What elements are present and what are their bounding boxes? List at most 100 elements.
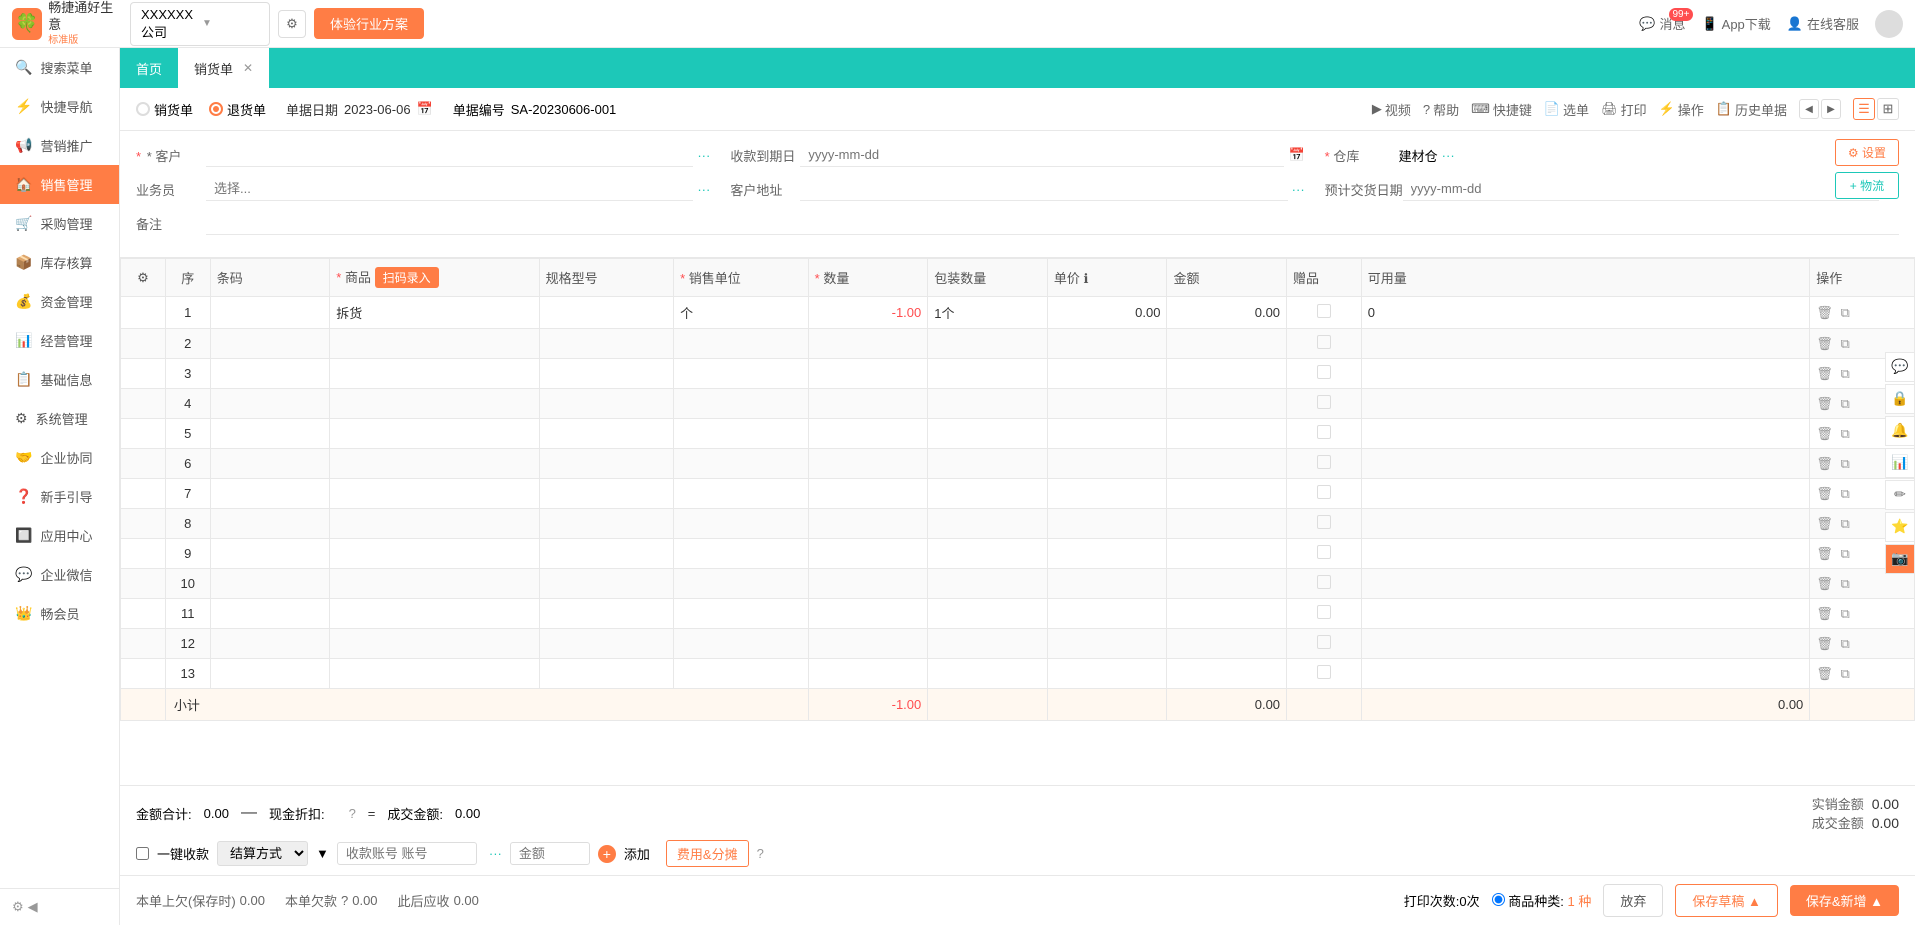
gift-checkbox[interactable] (1317, 575, 1331, 589)
float-btn-5[interactable]: ✏ (1885, 480, 1915, 510)
sidebar-item-member[interactable]: 👑 畅会员 (0, 594, 119, 633)
trial-button[interactable]: 体验行业方案 (314, 8, 424, 39)
notes-input[interactable] (206, 211, 1899, 235)
print-action[interactable]: 🖨 打印 (1601, 100, 1647, 119)
delete-icon[interactable]: 🗑 (1816, 486, 1833, 501)
payment-method-select[interactable]: 结算方式 (217, 841, 308, 866)
gift-checkbox[interactable] (1317, 335, 1331, 349)
customer-input[interactable] (206, 143, 693, 167)
nav-prev[interactable]: ◀ (1799, 99, 1819, 119)
help-action[interactable]: ? 帮助 (1423, 100, 1459, 119)
tab-sales-order[interactable]: 销货单 ✕ (178, 48, 269, 88)
video-action[interactable]: ▶ 视频 (1372, 100, 1411, 119)
scan-btn[interactable]: 扫码录入 (375, 267, 439, 288)
sidebar-item-quicknav[interactable]: ⚡ 快捷导航 (0, 87, 119, 126)
save-new-button[interactable]: 保存&新增 ▲ (1790, 885, 1899, 916)
operate-action[interactable]: ⚡ 操作 (1659, 100, 1704, 119)
copy-icon[interactable]: ⧉ (1840, 576, 1849, 591)
calendar-icon[interactable]: 📅 (417, 101, 433, 117)
tab-close-icon[interactable]: ✕ (243, 61, 253, 75)
gift-checkbox[interactable] (1317, 605, 1331, 619)
settings-button[interactable]: ⚙ 设置 (1835, 139, 1899, 166)
company-selector[interactable]: XXXXXX公司 ▼ (130, 2, 270, 46)
sidebar-item-sales[interactable]: 🏠 销售管理 (0, 165, 119, 204)
copy-icon[interactable]: ⧉ (1840, 336, 1849, 351)
float-btn-orange[interactable]: 📷 (1885, 544, 1915, 574)
sidebar-item-apps[interactable]: 🔲 应用中心 (0, 516, 119, 555)
float-btn-3[interactable]: 🔔 (1885, 416, 1915, 446)
radio-sales[interactable]: 销货单 (136, 100, 193, 119)
delete-icon[interactable]: 🗑 (1816, 305, 1833, 320)
delete-icon[interactable]: 🗑 (1816, 606, 1833, 621)
float-btn-1[interactable]: 💬 (1885, 352, 1915, 382)
copy-icon[interactable]: ⧉ (1840, 546, 1849, 561)
copy-icon[interactable]: ⧉ (1840, 396, 1849, 411)
account-dots[interactable]: ··· (489, 846, 502, 861)
address-dots[interactable]: ··· (1292, 182, 1305, 197)
salesperson-input[interactable] (206, 177, 693, 201)
delete-icon[interactable]: 🗑 (1816, 666, 1833, 681)
app-download-btn[interactable]: 📱 App下载 (1701, 14, 1770, 33)
delete-icon[interactable]: 🗑 (1816, 636, 1833, 651)
gift-checkbox[interactable] (1317, 515, 1331, 529)
gift-checkbox[interactable] (1317, 455, 1331, 469)
copy-icon[interactable]: ⧉ (1840, 486, 1849, 501)
select-action[interactable]: 📄 选单 (1544, 100, 1589, 119)
sidebar-item-finance[interactable]: 💰 资金管理 (0, 282, 119, 321)
sidebar-item-inventory[interactable]: 📦 库存核算 (0, 243, 119, 282)
product-count-radio[interactable] (1492, 893, 1505, 906)
radio-return[interactable]: 退货单 (209, 100, 266, 119)
discard-button[interactable]: 放弃 (1603, 884, 1663, 917)
tab-home[interactable]: 首页 (120, 48, 178, 88)
payment-date-input[interactable] (800, 143, 1284, 167)
sidebar-item-basic[interactable]: 📋 基础信息 (0, 360, 119, 399)
copy-icon[interactable]: ⧉ (1840, 666, 1849, 681)
payment-date-calendar-icon[interactable]: 📅 (1288, 147, 1304, 163)
nav-next[interactable]: ▶ (1821, 99, 1841, 119)
sidebar-item-wechat[interactable]: 💬 企业微信 (0, 555, 119, 594)
message-btn[interactable]: 💬 消息 99+ (1639, 14, 1685, 33)
delete-icon[interactable]: 🗑 (1816, 576, 1833, 591)
salesperson-dots[interactable]: ··· (697, 182, 710, 197)
online-service-btn[interactable]: 👤 在线客服 (1787, 14, 1859, 33)
sidebar-item-guide[interactable]: ❓ 新手引导 (0, 477, 119, 516)
payment-amount-input[interactable] (510, 842, 590, 865)
float-btn-4[interactable]: 📊 (1885, 448, 1915, 478)
gift-checkbox[interactable] (1317, 395, 1331, 409)
warehouse-dots[interactable]: ··· (1442, 148, 1455, 163)
save-draft-button[interactable]: 保存草稿 ▲ (1675, 884, 1778, 917)
sidebar-item-marketing[interactable]: 📢 营销推广 (0, 126, 119, 165)
user-avatar[interactable] (1875, 10, 1903, 38)
view-grid[interactable]: ⊞ (1877, 98, 1899, 120)
one-click-pay-checkbox[interactable] (136, 847, 149, 860)
delete-icon[interactable]: 🗑 (1816, 516, 1833, 531)
gift-checkbox[interactable] (1317, 635, 1331, 649)
sidebar-item-collab[interactable]: 🤝 企业协同 (0, 438, 119, 477)
shortcut-action[interactable]: ⌨ 快捷键 (1471, 100, 1532, 119)
gift-checkbox[interactable] (1317, 365, 1331, 379)
sidebar-item-search[interactable]: 🔍 搜索菜单 (0, 48, 119, 87)
copy-icon[interactable]: ⧉ (1840, 305, 1849, 320)
delete-icon[interactable]: 🗑 (1816, 456, 1833, 471)
delete-icon[interactable]: 🗑 (1816, 396, 1833, 411)
th-settings[interactable]: ⚙ (121, 259, 166, 297)
gift-checkbox[interactable] (1317, 665, 1331, 679)
gift-checkbox[interactable] (1317, 485, 1331, 499)
sidebar-item-operations[interactable]: 📊 经营管理 (0, 321, 119, 360)
customer-dots[interactable]: ··· (697, 148, 710, 163)
gift-checkbox[interactable] (1317, 304, 1331, 318)
sidebar-bottom[interactable]: ⚙ ◀ (0, 888, 119, 925)
history-action[interactable]: 📋 历史单据 (1716, 100, 1787, 119)
logistics-button[interactable]: + 物流 (1835, 172, 1899, 199)
sidebar-item-system[interactable]: ⚙ 系统管理 (0, 399, 119, 438)
delete-icon[interactable]: 🗑 (1816, 336, 1833, 351)
float-btn-6[interactable]: ⭐ (1885, 512, 1915, 542)
delivery-date-input[interactable] (1403, 177, 1879, 201)
delete-icon[interactable]: 🗑 (1816, 426, 1833, 441)
add-payment-btn[interactable]: + (598, 845, 616, 863)
gift-checkbox[interactable] (1317, 425, 1331, 439)
sidebar-item-purchase[interactable]: 🛒 采购管理 (0, 204, 119, 243)
delete-icon[interactable]: 🗑 (1816, 546, 1833, 561)
fee-btn[interactable]: 费用&分摊 (666, 840, 749, 867)
delete-icon[interactable]: 🗑 (1816, 366, 1833, 381)
